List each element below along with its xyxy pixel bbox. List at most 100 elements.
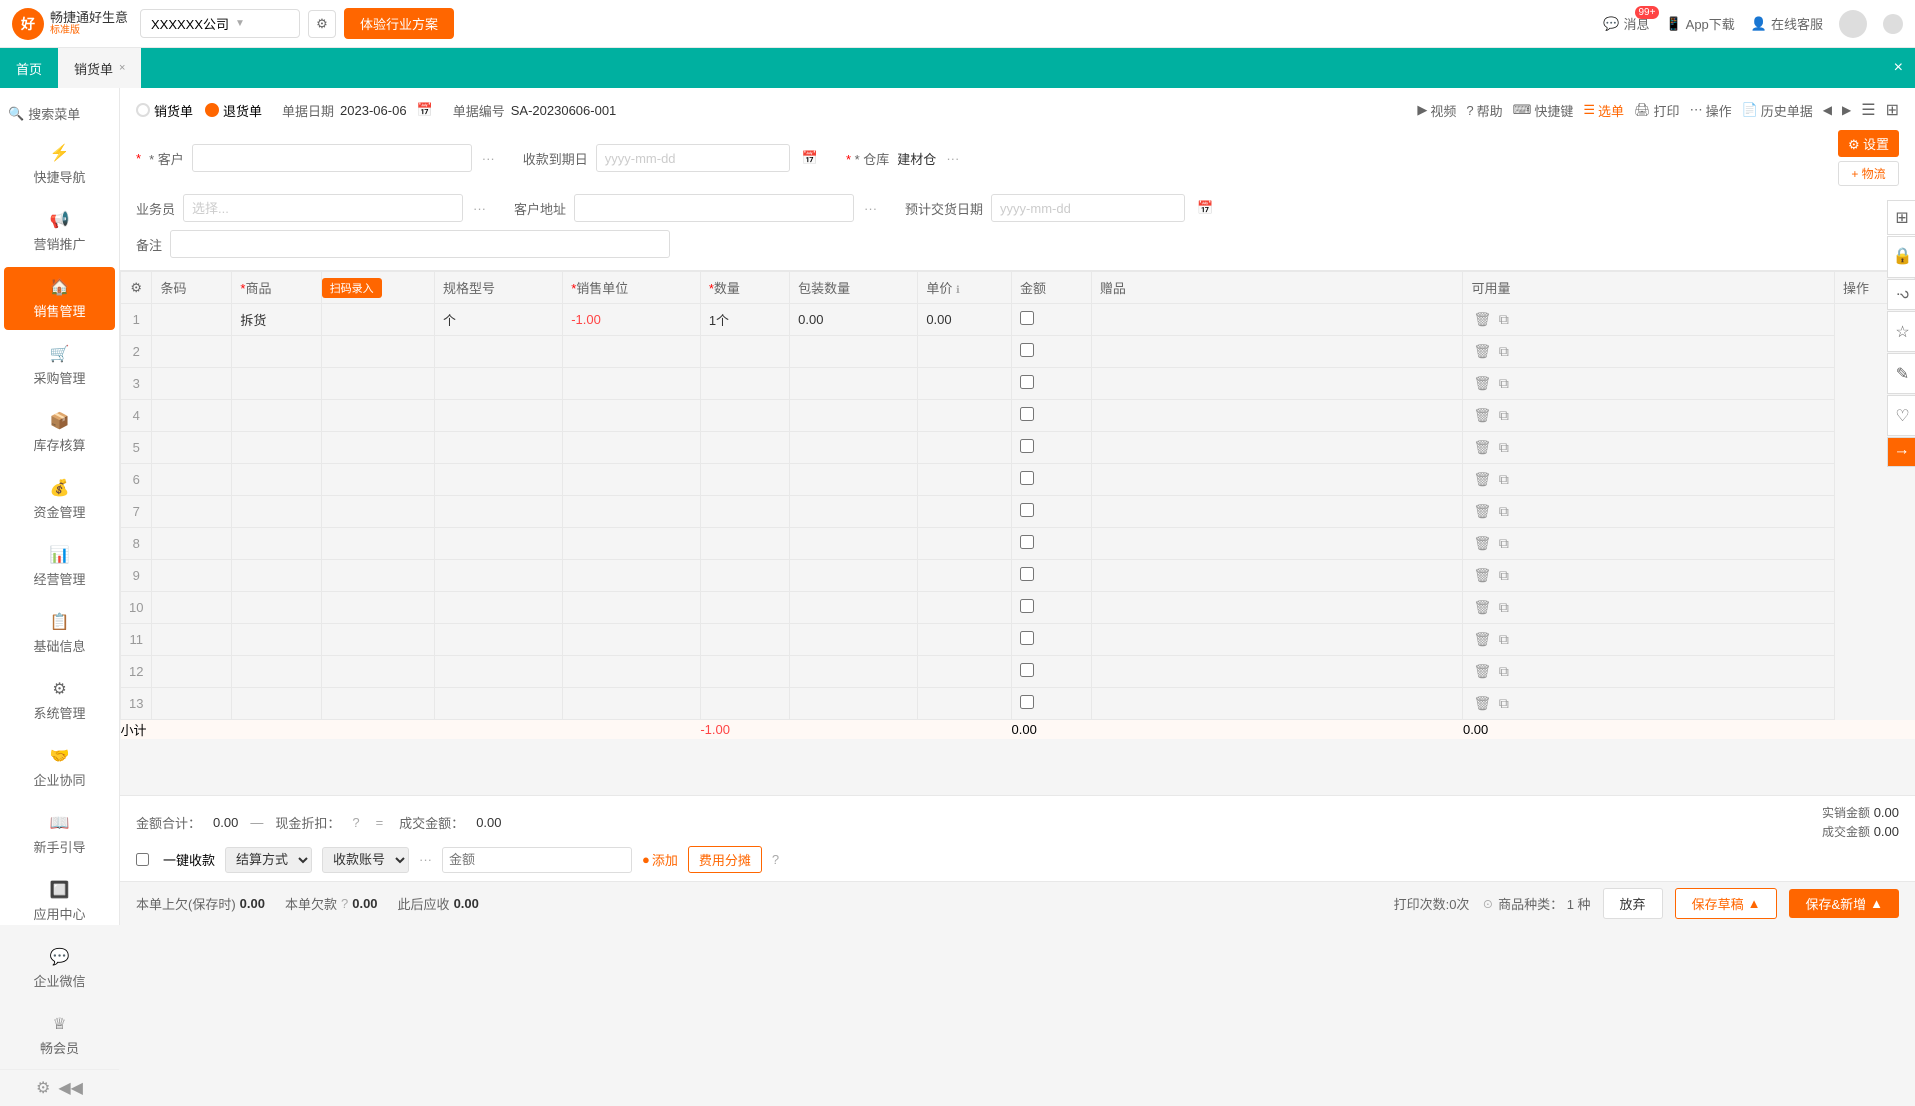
row-unit[interactable] (435, 592, 563, 624)
row-delete-icon[interactable]: 🗑 (1473, 535, 1491, 551)
add-payment-button[interactable]: ● 添加 (642, 850, 678, 869)
row-copy-icon[interactable]: ⧉ (1499, 503, 1509, 519)
settings-button[interactable]: ⚙ 设置 (1838, 130, 1899, 157)
row-copy-icon[interactable]: ⧉ (1499, 375, 1509, 391)
row-delete-icon[interactable]: 🗑 (1473, 439, 1491, 455)
float-btn-star[interactable]: ☆ (1887, 311, 1915, 352)
row-unit[interactable] (435, 528, 563, 560)
row-product[interactable] (232, 432, 321, 464)
row-unit-price[interactable] (790, 592, 918, 624)
row-amount[interactable] (918, 656, 1012, 688)
customer-addr-input[interactable] (574, 194, 854, 222)
prev-record-btn[interactable]: ◀ (1823, 103, 1832, 117)
row-unit[interactable]: 个 (435, 304, 563, 336)
history-btn[interactable]: 📄 历史单据 (1742, 101, 1813, 120)
row-barcode[interactable] (152, 528, 232, 560)
row-qty[interactable] (563, 336, 701, 368)
float-btn-help[interactable]: ? (1887, 279, 1915, 310)
row-gift[interactable] (1012, 688, 1092, 720)
sidebar-item-purchase-mgmt[interactable]: 🛒 采购管理 (4, 334, 115, 397)
online-service-button[interactable]: 👤 在线客服 (1751, 14, 1823, 33)
payment-method-select[interactable]: 结算方式 (225, 847, 312, 873)
row-qty[interactable] (563, 560, 701, 592)
row-qty[interactable] (563, 656, 701, 688)
salesperson-input[interactable] (183, 194, 463, 222)
row-copy-icon[interactable]: ⧉ (1499, 663, 1509, 679)
row-unit-price[interactable]: 0.00 (790, 304, 918, 336)
row-gift[interactable] (1012, 656, 1092, 688)
row-amount[interactable] (918, 624, 1012, 656)
row-copy-icon[interactable]: ⧉ (1499, 311, 1509, 327)
row-pkg-qty[interactable] (700, 336, 789, 368)
row-copy-icon[interactable]: ⧉ (1499, 343, 1509, 359)
operation-btn[interactable]: ⋯ 操作 (1690, 101, 1732, 120)
row-pkg-qty[interactable] (700, 528, 789, 560)
row-barcode[interactable] (152, 368, 232, 400)
row-product[interactable]: 拆货 (232, 304, 321, 336)
row-gift[interactable] (1012, 368, 1092, 400)
row-gift[interactable] (1012, 592, 1092, 624)
row-pkg-qty[interactable] (700, 432, 789, 464)
row-spec[interactable] (321, 336, 434, 368)
customer-input[interactable] (192, 144, 472, 172)
row-product[interactable] (232, 624, 321, 656)
row-qty[interactable] (563, 688, 701, 720)
row-delete-icon[interactable]: 🗑 (1473, 375, 1491, 391)
row-gift[interactable] (1012, 624, 1092, 656)
sidebar-item-inventory[interactable]: 📦 库存核算 (4, 401, 115, 464)
row-pkg-qty[interactable] (700, 688, 789, 720)
sidebar-search[interactable]: 🔍 搜索菜单 (0, 96, 119, 131)
row-spec[interactable] (321, 400, 434, 432)
row-gift[interactable] (1012, 464, 1092, 496)
row-unit-price[interactable] (790, 560, 918, 592)
sidebar-settings-icon[interactable]: ⚙ (36, 1078, 50, 1098)
radio-return-order[interactable]: 退货单 (205, 101, 262, 120)
row-delete-icon[interactable]: 🗑 (1473, 503, 1491, 519)
row-gift[interactable] (1012, 496, 1092, 528)
select-order-btn[interactable]: ☰ 选单 (1583, 101, 1624, 120)
row-pkg-qty[interactable] (700, 560, 789, 592)
row-unit-price[interactable] (790, 432, 918, 464)
row-pkg-qty[interactable] (700, 496, 789, 528)
payment-amount-input[interactable] (442, 847, 632, 873)
row-qty[interactable] (563, 528, 701, 560)
sidebar-item-corp-collab[interactable]: 🤝 企业协同 (4, 736, 115, 799)
sidebar-item-corp-wechat[interactable]: 💬 企业微信 (4, 937, 115, 1000)
row-pkg-qty[interactable] (700, 464, 789, 496)
message-button[interactable]: 💬 消息 99+ (1603, 14, 1649, 33)
save-new-button[interactable]: 保存&新增 ▲ (1789, 889, 1899, 918)
notes-input[interactable] (170, 230, 670, 258)
sidebar-collapse-icon[interactable]: ◀◀ (58, 1078, 83, 1098)
row-unit-price[interactable] (790, 496, 918, 528)
date-calendar-icon[interactable]: 📅 (417, 102, 433, 118)
row-amount[interactable] (918, 368, 1012, 400)
row-pkg-qty[interactable] (700, 656, 789, 688)
row-gift[interactable] (1012, 336, 1092, 368)
row-unit-price[interactable] (790, 464, 918, 496)
row-delete-icon[interactable]: 🗑 (1473, 663, 1491, 679)
scan-entry-button[interactable]: 扫码录入 (322, 278, 382, 298)
row-amount[interactable] (918, 432, 1012, 464)
row-qty[interactable] (563, 432, 701, 464)
row-unit-price[interactable] (790, 400, 918, 432)
sidebar-item-basic-info[interactable]: 📋 基础信息 (4, 602, 115, 665)
row-amount[interactable] (918, 400, 1012, 432)
tab-sales-order[interactable]: 销货单 × (58, 48, 141, 88)
row-product[interactable] (232, 496, 321, 528)
row-copy-icon[interactable]: ⧉ (1499, 567, 1509, 583)
row-gift[interactable] (1012, 432, 1092, 464)
row-delete-icon[interactable]: 🗑 (1473, 567, 1491, 583)
row-product[interactable] (232, 464, 321, 496)
row-spec[interactable] (321, 368, 434, 400)
row-unit[interactable] (435, 464, 563, 496)
row-delete-icon[interactable]: 🗑 (1473, 311, 1491, 327)
due-date-calendar-icon[interactable]: 📅 (802, 150, 818, 166)
row-product[interactable] (232, 400, 321, 432)
row-unit[interactable] (435, 560, 563, 592)
row-qty[interactable] (563, 496, 701, 528)
float-btn-fav[interactable]: ♡ (1887, 395, 1915, 436)
expected-date-calendar-icon[interactable]: 📅 (1197, 200, 1213, 216)
row-product[interactable] (232, 528, 321, 560)
video-link[interactable]: ▶ 视频 (1417, 101, 1456, 120)
next-record-btn[interactable]: ▶ (1842, 103, 1851, 117)
